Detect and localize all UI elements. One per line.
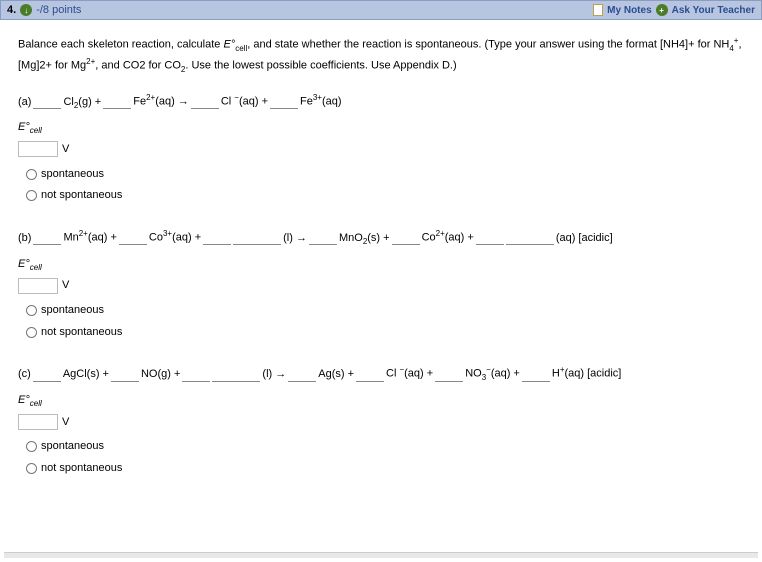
instruction-text: Balance each skeleton reaction, calculat…: [18, 34, 744, 77]
species-c1: AgCl(s) +: [63, 365, 109, 384]
content: Balance each skeleton reaction, calculat…: [0, 20, 762, 514]
phase-b3: (l) →: [283, 229, 307, 248]
species-a4: Fe3+(aq): [300, 91, 342, 111]
voltage-line-b: V: [18, 276, 744, 295]
radio-b1-label: spontaneous: [41, 301, 104, 320]
coef-input-c6[interactable]: [435, 368, 463, 382]
species-c6: NO3−(aq) +: [465, 363, 520, 384]
radio-a-spont: spontaneous: [26, 165, 744, 184]
question-number: 4.: [7, 4, 16, 16]
voltage-line-a: V: [18, 140, 744, 159]
coef-input-a3[interactable]: [191, 95, 219, 109]
header-left: 4. ↓ -/8 points: [7, 4, 81, 16]
radio-b2-label: not spontaneous: [41, 323, 122, 342]
species-a3: Cl −(aq) +: [221, 91, 268, 111]
instr-t5: . Use the lowest possible coefficients. …: [185, 60, 456, 72]
species-a1: Cl2(g) +: [63, 93, 101, 113]
ecell-label-a: E°cell: [18, 118, 744, 138]
part-b-equation: (b) Mn2+(aq) + Co3+(aq) + (l) → MnO2(s) …: [18, 227, 744, 248]
coef-input-b6[interactable]: [476, 231, 504, 245]
species-b1: Mn2+(aq) +: [63, 227, 116, 247]
points-label: -/8 points: [36, 4, 81, 16]
status-icon: ↓: [20, 4, 32, 16]
species-a2: Fe2+(aq) →: [133, 91, 189, 111]
radio-a-notspont: not spontaneous: [26, 186, 744, 205]
instr-esub: cell: [235, 44, 247, 53]
coef-input-c5[interactable]: [356, 368, 384, 382]
voltage-input-a[interactable]: [18, 141, 58, 157]
radio-a1-label: spontaneous: [41, 165, 104, 184]
part-c-label: (c): [18, 365, 31, 384]
radio-b-notspont: not spontaneous: [26, 323, 744, 342]
plus-icon: +: [656, 4, 668, 16]
coef-input-a1[interactable]: [33, 95, 61, 109]
instr-t2: , and state whether the reaction is spon…: [247, 39, 729, 51]
coef-input-a2[interactable]: [103, 95, 131, 109]
part-c-equation: (c) AgCl(s) + NO(g) + (l) → Ag(s) + Cl −…: [18, 363, 744, 384]
notes-icon: [593, 4, 603, 16]
coef-input-b1[interactable]: [33, 231, 61, 245]
unit-v-c: V: [62, 413, 69, 432]
coef-input-c7[interactable]: [522, 368, 550, 382]
radio-c2[interactable]: [26, 463, 37, 474]
question-header: 4. ↓ -/8 points My Notes + Ask Your Teac…: [0, 0, 762, 20]
radio-b2[interactable]: [26, 327, 37, 338]
radio-c2-label: not spontaneous: [41, 459, 122, 478]
species-input-c3[interactable]: [212, 368, 260, 382]
coef-input-b3[interactable]: [203, 231, 231, 245]
species-c7: H+(aq) [acidic]: [552, 363, 621, 383]
part-c: (c) AgCl(s) + NO(g) + (l) → Ag(s) + Cl −…: [18, 363, 744, 477]
coef-input-b5[interactable]: [392, 231, 420, 245]
ecell-label-c: E°cell: [18, 391, 744, 411]
sup2p: 2+: [86, 57, 95, 66]
coef-input-c4[interactable]: [288, 368, 316, 382]
coef-input-b2[interactable]: [119, 231, 147, 245]
instr-t1: Balance each skeleton reaction, calculat…: [18, 39, 223, 51]
radio-c1-label: spontaneous: [41, 437, 104, 456]
part-a-equation: (a) Cl2(g) + Fe2+(aq) → Cl −(aq) + Fe3+(…: [18, 91, 744, 112]
voltage-input-b[interactable]: [18, 278, 58, 294]
bottom-bar: [4, 552, 758, 558]
species-b5: Co2+(aq) +: [422, 227, 474, 247]
radio-a2-label: not spontaneous: [41, 186, 122, 205]
part-a: (a) Cl2(g) + Fe2+(aq) → Cl −(aq) + Fe3+(…: [18, 91, 744, 205]
species-input-b3[interactable]: [233, 231, 281, 245]
species-input-b6[interactable]: [506, 231, 554, 245]
radio-b-spont: spontaneous: [26, 301, 744, 320]
part-a-label: (a): [18, 93, 31, 112]
species-c2: NO(g) +: [141, 365, 180, 384]
instr-e: E°: [223, 39, 235, 51]
radio-c-spont: spontaneous: [26, 437, 744, 456]
species-c5: Cl −(aq) +: [386, 363, 433, 383]
part-b: (b) Mn2+(aq) + Co3+(aq) + (l) → MnO2(s) …: [18, 227, 744, 341]
instr-t4: , and CO2 for CO: [95, 60, 181, 72]
header-right: My Notes + Ask Your Teacher: [593, 4, 755, 16]
part-b-label: (b): [18, 229, 31, 248]
phase-b6: (aq) [acidic]: [556, 229, 613, 248]
phase-c3: (l) →: [262, 365, 286, 384]
unit-v-a: V: [62, 140, 69, 159]
radio-c-notspont: not spontaneous: [26, 459, 744, 478]
coef-input-c2[interactable]: [111, 368, 139, 382]
ecell-label-b: E°cell: [18, 255, 744, 275]
ask-teacher-link[interactable]: Ask Your Teacher: [672, 5, 755, 16]
unit-v-b: V: [62, 276, 69, 295]
radio-c1[interactable]: [26, 441, 37, 452]
my-notes-link[interactable]: My Notes: [607, 5, 651, 16]
radio-a2[interactable]: [26, 190, 37, 201]
coef-input-c1[interactable]: [33, 368, 61, 382]
species-b2: Co3+(aq) +: [149, 227, 201, 247]
radio-b1[interactable]: [26, 305, 37, 316]
voltage-input-c[interactable]: [18, 414, 58, 430]
coef-input-a4[interactable]: [270, 95, 298, 109]
coef-input-b4[interactable]: [309, 231, 337, 245]
radio-a1[interactable]: [26, 169, 37, 180]
sub4: 4: [729, 44, 733, 53]
coef-input-c3[interactable]: [182, 368, 210, 382]
species-c4: Ag(s) +: [318, 365, 354, 384]
species-b4: MnO2(s) +: [339, 229, 390, 249]
voltage-line-c: V: [18, 413, 744, 432]
